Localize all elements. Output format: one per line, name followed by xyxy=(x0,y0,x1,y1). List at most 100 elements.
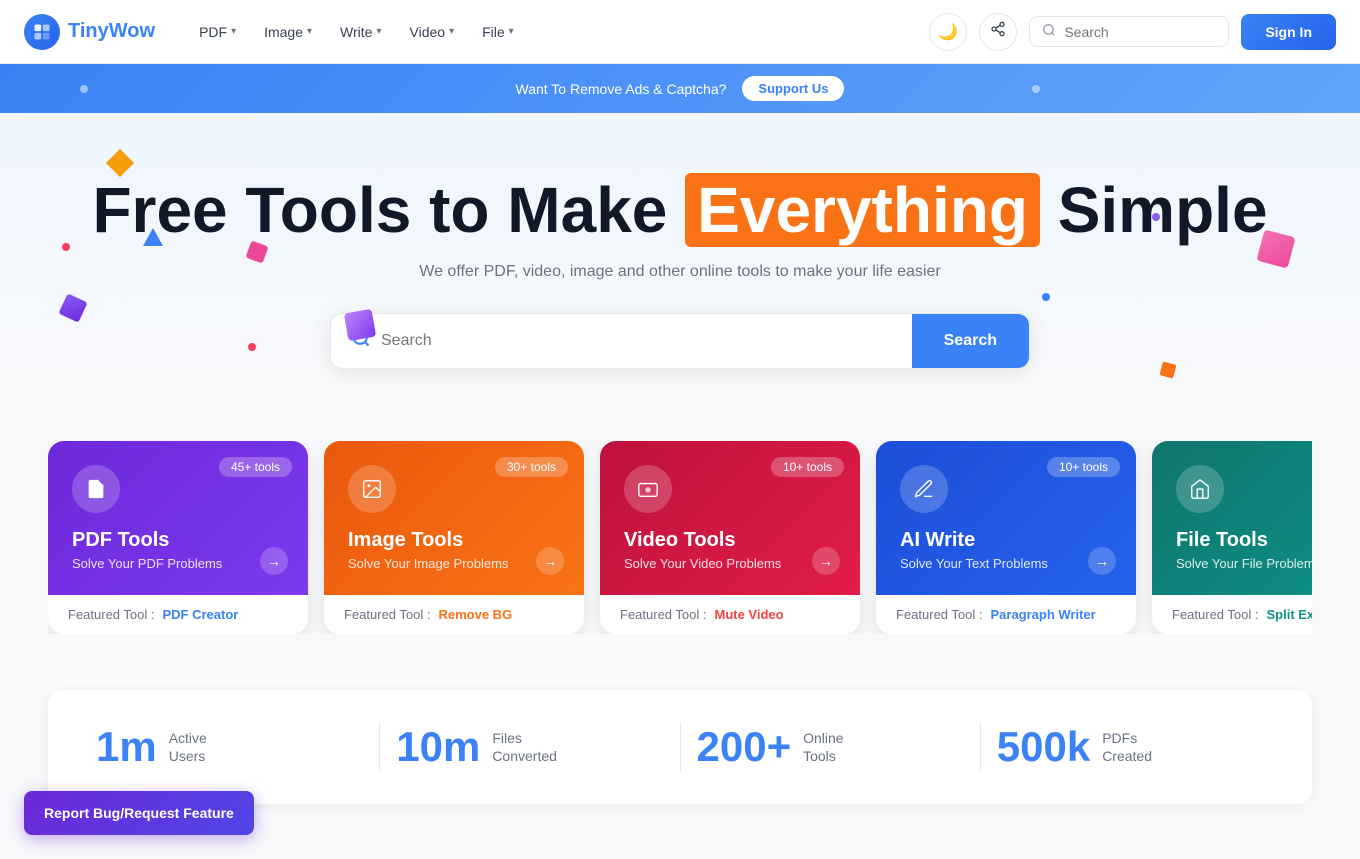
image-chevron-icon: ▾ xyxy=(307,26,312,37)
pdf-chevron-icon: ▾ xyxy=(231,26,236,37)
video-chevron-icon: ▾ xyxy=(449,26,454,37)
tool-name-file: File Tools xyxy=(1176,529,1312,552)
logo[interactable]: TinyWow xyxy=(24,14,155,50)
stat-divider-0 xyxy=(379,722,380,772)
featured-label-file: Featured Tool : xyxy=(1172,607,1258,622)
logo-icon xyxy=(24,14,60,50)
tool-footer-pdf: Featured Tool : PDF Creator xyxy=(48,595,308,634)
tool-desc-image: Solve Your Image Problems xyxy=(348,556,560,571)
hero-search-container: Search xyxy=(330,313,1030,369)
featured-link-file[interactable]: Split Excel xyxy=(1266,607,1312,622)
featured-label-video: Featured Tool : xyxy=(620,607,706,622)
nav-search-icon xyxy=(1042,23,1056,40)
hero-search-input[interactable] xyxy=(381,314,892,368)
navbar: TinyWow PDF ▾ Image ▾ Write ▾ Video ▾ Fi… xyxy=(0,0,1360,64)
tools-row: 45+ tools PDF Tools Solve Your PDF Probl… xyxy=(48,441,1312,634)
support-us-button[interactable]: Support Us xyxy=(742,76,844,101)
nav-image[interactable]: Image ▾ xyxy=(252,16,324,48)
nav-right: 🌙 Sign In xyxy=(929,13,1336,51)
stat-label-0: ActiveUsers xyxy=(169,729,207,765)
banner-text: Want To Remove Ads & Captcha? xyxy=(516,81,727,97)
tool-card-ai[interactable]: 10+ tools AI Write Solve Your Text Probl… xyxy=(876,441,1136,634)
dot-blue-shape xyxy=(1042,293,1050,301)
hero-title: Free Tools to Make Everything Simple xyxy=(24,173,1336,247)
tool-card-image[interactable]: 30+ tools Image Tools Solve Your Image P… xyxy=(324,441,584,634)
stat-label-2: OnlineTools xyxy=(803,729,843,765)
featured-label-pdf: Featured Tool : xyxy=(68,607,154,622)
tool-desc-video: Solve Your Video Problems xyxy=(624,556,836,571)
share-icon xyxy=(990,21,1006,42)
stat-label-1: FilesConverted xyxy=(492,729,557,765)
tool-card-file[interactable]: 15+ tools File Tools Solve Your File Pro… xyxy=(1152,441,1312,634)
nav-search-input[interactable] xyxy=(1064,24,1216,40)
stat-number-0: 1m xyxy=(96,723,157,771)
logo-text: TinyWow xyxy=(68,20,155,43)
stat-divider-2 xyxy=(980,722,981,772)
tool-badge-ai: 10+ tools xyxy=(1047,457,1120,477)
tool-footer-ai: Featured Tool : Paragraph Writer xyxy=(876,595,1136,634)
nav-file[interactable]: File ▾ xyxy=(470,16,526,48)
stat-number-2: 200+ xyxy=(697,723,792,771)
nav-video[interactable]: Video ▾ xyxy=(398,16,467,48)
tool-name-pdf: PDF Tools xyxy=(72,529,284,552)
banner-dot-right xyxy=(1032,85,1040,93)
orange-cube-shape xyxy=(1159,361,1176,378)
report-bug-button[interactable]: Report Bug/Request Feature xyxy=(24,791,254,835)
dot-shape-2 xyxy=(248,343,256,351)
stat-number-3: 500k xyxy=(997,723,1090,771)
featured-link-video[interactable]: Mute Video xyxy=(714,607,783,622)
tool-footer-video: Featured Tool : Mute Video xyxy=(600,595,860,634)
tool-badge-image: 30+ tools xyxy=(495,457,568,477)
stats-section: 1m ActiveUsers 10m FilesConverted 200+ O… xyxy=(48,690,1312,804)
featured-label-image: Featured Tool : xyxy=(344,607,430,622)
nav-write[interactable]: Write ▾ xyxy=(328,16,393,48)
tool-icon-file xyxy=(1176,465,1224,513)
tool-footer-image: Featured Tool : Remove BG xyxy=(324,595,584,634)
stat-item-3: 500k PDFsCreated xyxy=(997,723,1264,771)
tool-desc-file: Solve Your File Problems xyxy=(1176,556,1312,571)
tools-section: 45+ tools PDF Tools Solve Your PDF Probl… xyxy=(0,409,1360,666)
featured-link-pdf[interactable]: PDF Creator xyxy=(162,607,238,622)
featured-link-image[interactable]: Remove BG xyxy=(438,607,512,622)
write-chevron-icon: ▾ xyxy=(376,26,381,37)
theme-toggle-button[interactable]: 🌙 xyxy=(929,13,967,51)
tool-desc-ai: Solve Your Text Problems xyxy=(900,556,1112,571)
signin-button[interactable]: Sign In xyxy=(1241,14,1336,50)
tool-desc-pdf: Solve Your PDF Problems xyxy=(72,556,284,571)
hero-search-button[interactable]: Search xyxy=(912,314,1029,368)
file-chevron-icon: ▾ xyxy=(509,26,514,37)
featured-link-ai[interactable]: Paragraph Writer xyxy=(990,607,1095,622)
featured-label-ai: Featured Tool : xyxy=(896,607,982,622)
tool-badge-video: 10+ tools xyxy=(771,457,844,477)
stat-item-2: 200+ OnlineTools xyxy=(697,723,964,771)
tool-icon-pdf xyxy=(72,465,120,513)
nav-pdf[interactable]: PDF ▾ xyxy=(187,16,248,48)
share-button[interactable] xyxy=(979,13,1017,51)
hero-subtitle: We offer PDF, video, image and other onl… xyxy=(24,263,1336,281)
stat-number-1: 10m xyxy=(396,723,480,771)
tool-icon-image xyxy=(348,465,396,513)
stat-item-1: 10m FilesConverted xyxy=(396,723,663,771)
hero-search-area xyxy=(331,314,912,368)
tool-card-video[interactable]: 10+ tools Video Tools Solve Your Video P… xyxy=(600,441,860,634)
tool-footer-file: Featured Tool : Split Excel xyxy=(1152,595,1312,634)
stat-divider-1 xyxy=(680,722,681,772)
promo-banner: Want To Remove Ads & Captcha? Support Us xyxy=(0,64,1360,113)
nav-search-bar xyxy=(1029,16,1229,47)
tool-name-ai: AI Write xyxy=(900,529,1112,552)
tool-icon-video xyxy=(624,465,672,513)
stat-item-0: 1m ActiveUsers xyxy=(96,723,363,771)
tool-card-pdf[interactable]: 45+ tools PDF Tools Solve Your PDF Probl… xyxy=(48,441,308,634)
hero-search-icon xyxy=(351,328,371,354)
tool-icon-ai xyxy=(900,465,948,513)
banner-dot-left xyxy=(80,85,88,93)
nav-links: PDF ▾ Image ▾ Write ▾ Video ▾ File ▾ xyxy=(187,16,929,48)
moon-icon: 🌙 xyxy=(938,22,958,42)
tool-name-video: Video Tools xyxy=(624,529,836,552)
hero-section: Free Tools to Make Everything Simple We … xyxy=(0,113,1360,409)
tool-badge-pdf: 45+ tools xyxy=(219,457,292,477)
blue-gem-shape xyxy=(58,294,87,323)
hero-highlight: Everything xyxy=(685,173,1040,247)
tool-name-image: Image Tools xyxy=(348,529,560,552)
stat-label-3: PDFsCreated xyxy=(1102,729,1152,765)
